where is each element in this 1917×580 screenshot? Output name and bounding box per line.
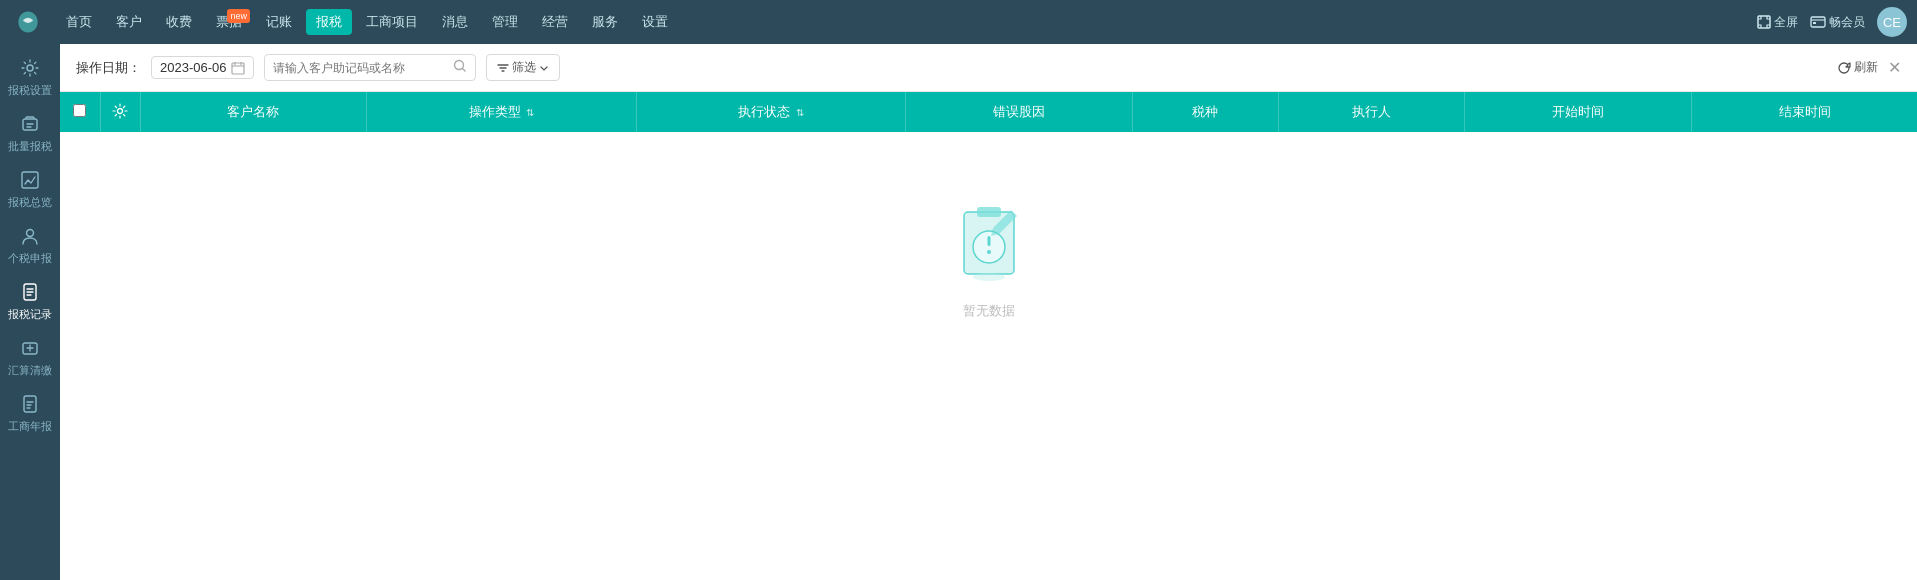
svg-point-18	[987, 250, 991, 254]
nav-item-报税[interactable]: 报税	[306, 9, 352, 35]
sidebar: 报税设置 批量报税 报税总览 个税申报 报税记录 汇算清缴 工商年报	[0, 44, 60, 580]
select-all-checkbox[interactable]	[73, 104, 86, 117]
main-layout: 报税设置 批量报税 报税总览 个税申报 报税记录 汇算清缴 工商年报 操作日期：…	[0, 44, 1917, 580]
th-error-reason: 错误股因	[905, 92, 1132, 132]
refresh-icon	[1837, 61, 1851, 75]
sidebar-item-annual-report[interactable]: 工商年报	[0, 386, 60, 442]
filter-button[interactable]: 筛选	[486, 54, 560, 81]
data-table: 客户名称 操作类型 ⇅ 执行状态 ⇅ 错误股因 税种 执行人 开始时间 结束时间	[60, 92, 1917, 132]
th-start-time: 开始时间	[1465, 92, 1692, 132]
svg-point-16	[973, 231, 1005, 263]
toolbar: 操作日期： 2023-06-06	[60, 44, 1917, 92]
date-value: 2023-06-06	[160, 60, 227, 75]
th-end-time: 结束时间	[1692, 92, 1917, 132]
sidebar-item-label: 批量报税	[8, 139, 52, 154]
th-checkbox	[60, 92, 100, 132]
nav-item-记账[interactable]: 记账	[256, 9, 302, 35]
sidebar-item-label: 个税申报	[8, 251, 52, 266]
th-executor: 执行人	[1278, 92, 1464, 132]
sidebar-item-settlement[interactable]: 汇算清缴	[0, 330, 60, 386]
table-container: 客户名称 操作类型 ⇅ 执行状态 ⇅ 错误股因 税种 执行人 开始时间 结束时间	[60, 92, 1917, 580]
table-header: 客户名称 操作类型 ⇅ 执行状态 ⇅ 错误股因 税种 执行人 开始时间 结束时间	[60, 92, 1917, 132]
nav-item-工商项目[interactable]: 工商项目	[356, 9, 428, 35]
svg-rect-0	[1758, 16, 1770, 28]
tax-settings-icon	[20, 58, 40, 80]
nav-item-票据[interactable]: 票据new	[206, 9, 252, 35]
search-box	[264, 54, 476, 81]
user-avatar[interactable]: CE	[1877, 7, 1907, 37]
th-gear	[100, 92, 140, 132]
personal-tax-icon	[20, 226, 40, 248]
nav-item-设置[interactable]: 设置	[632, 9, 678, 35]
member-btn[interactable]: 畅会员	[1810, 14, 1865, 31]
svg-rect-2	[1813, 22, 1816, 24]
date-picker[interactable]: 2023-06-06	[151, 56, 254, 79]
empty-illustration	[939, 192, 1039, 292]
sidebar-item-label: 报税总览	[8, 195, 52, 210]
nav-item-收费[interactable]: 收费	[156, 9, 202, 35]
svg-point-19	[973, 273, 1005, 281]
nav-items: 首页客户收费票据new记账报税工商项目消息管理经营服务设置	[56, 9, 1757, 35]
annual-report-icon	[20, 394, 40, 416]
svg-rect-10	[232, 63, 244, 74]
nav-item-管理[interactable]: 管理	[482, 9, 528, 35]
settlement-icon	[20, 338, 40, 360]
date-label: 操作日期：	[76, 59, 141, 77]
gear-icon	[112, 103, 128, 119]
nav-item-消息[interactable]: 消息	[432, 9, 478, 35]
svg-rect-1	[1811, 17, 1825, 27]
top-nav: 首页客户收费票据new记账报税工商项目消息管理经营服务设置 全屏 畅会员 CE	[0, 0, 1917, 44]
sidebar-item-label: 报税设置	[8, 83, 52, 98]
search-input[interactable]	[265, 57, 445, 79]
nav-item-经营[interactable]: 经营	[532, 9, 578, 35]
content: 操作日期： 2023-06-06	[60, 44, 1917, 580]
close-button[interactable]: ✕	[1888, 58, 1901, 77]
empty-text: 暂无数据	[963, 302, 1015, 320]
th-tax-type: 税种	[1132, 92, 1278, 132]
svg-rect-15	[977, 207, 1001, 217]
sidebar-item-tax-records[interactable]: 报税记录	[0, 274, 60, 330]
svg-rect-5	[22, 172, 38, 188]
search-button[interactable]	[445, 55, 475, 80]
th-customer-name: 客户名称	[140, 92, 367, 132]
refresh-button[interactable]: 刷新	[1837, 59, 1878, 76]
chevron-down-icon	[539, 63, 549, 73]
svg-point-12	[118, 108, 123, 113]
sidebar-item-label: 报税记录	[8, 307, 52, 322]
top-nav-right: 全屏 畅会员 CE	[1757, 7, 1907, 37]
th-exec-status[interactable]: 执行状态 ⇅	[636, 92, 905, 132]
calendar-icon	[231, 61, 245, 75]
sidebar-item-label: 工商年报	[8, 419, 52, 434]
fullscreen-btn[interactable]: 全屏	[1757, 14, 1798, 31]
sidebar-item-label: 汇算清缴	[8, 363, 52, 378]
th-op-type[interactable]: 操作类型 ⇅	[367, 92, 636, 132]
svg-rect-9	[24, 396, 36, 412]
empty-state: 暂无数据	[60, 132, 1917, 380]
svg-rect-17	[987, 236, 990, 246]
sidebar-item-tax-settings[interactable]: 报税设置	[0, 50, 60, 106]
nav-item-首页[interactable]: 首页	[56, 9, 102, 35]
filter-icon	[497, 62, 509, 74]
batch-tax-icon	[20, 114, 40, 136]
nav-item-服务[interactable]: 服务	[582, 9, 628, 35]
svg-point-6	[27, 230, 34, 237]
svg-point-3	[27, 65, 33, 71]
logo	[10, 4, 46, 40]
toolbar-right: 刷新 ✕	[1837, 58, 1901, 77]
nav-item-客户[interactable]: 客户	[106, 9, 152, 35]
tax-overview-icon	[20, 170, 40, 192]
tax-records-icon	[20, 282, 40, 304]
sidebar-item-personal-tax[interactable]: 个税申报	[0, 218, 60, 274]
sidebar-item-batch-tax[interactable]: 批量报税	[0, 106, 60, 162]
sidebar-item-tax-overview[interactable]: 报税总览	[0, 162, 60, 218]
nav-badge: new	[227, 9, 250, 23]
